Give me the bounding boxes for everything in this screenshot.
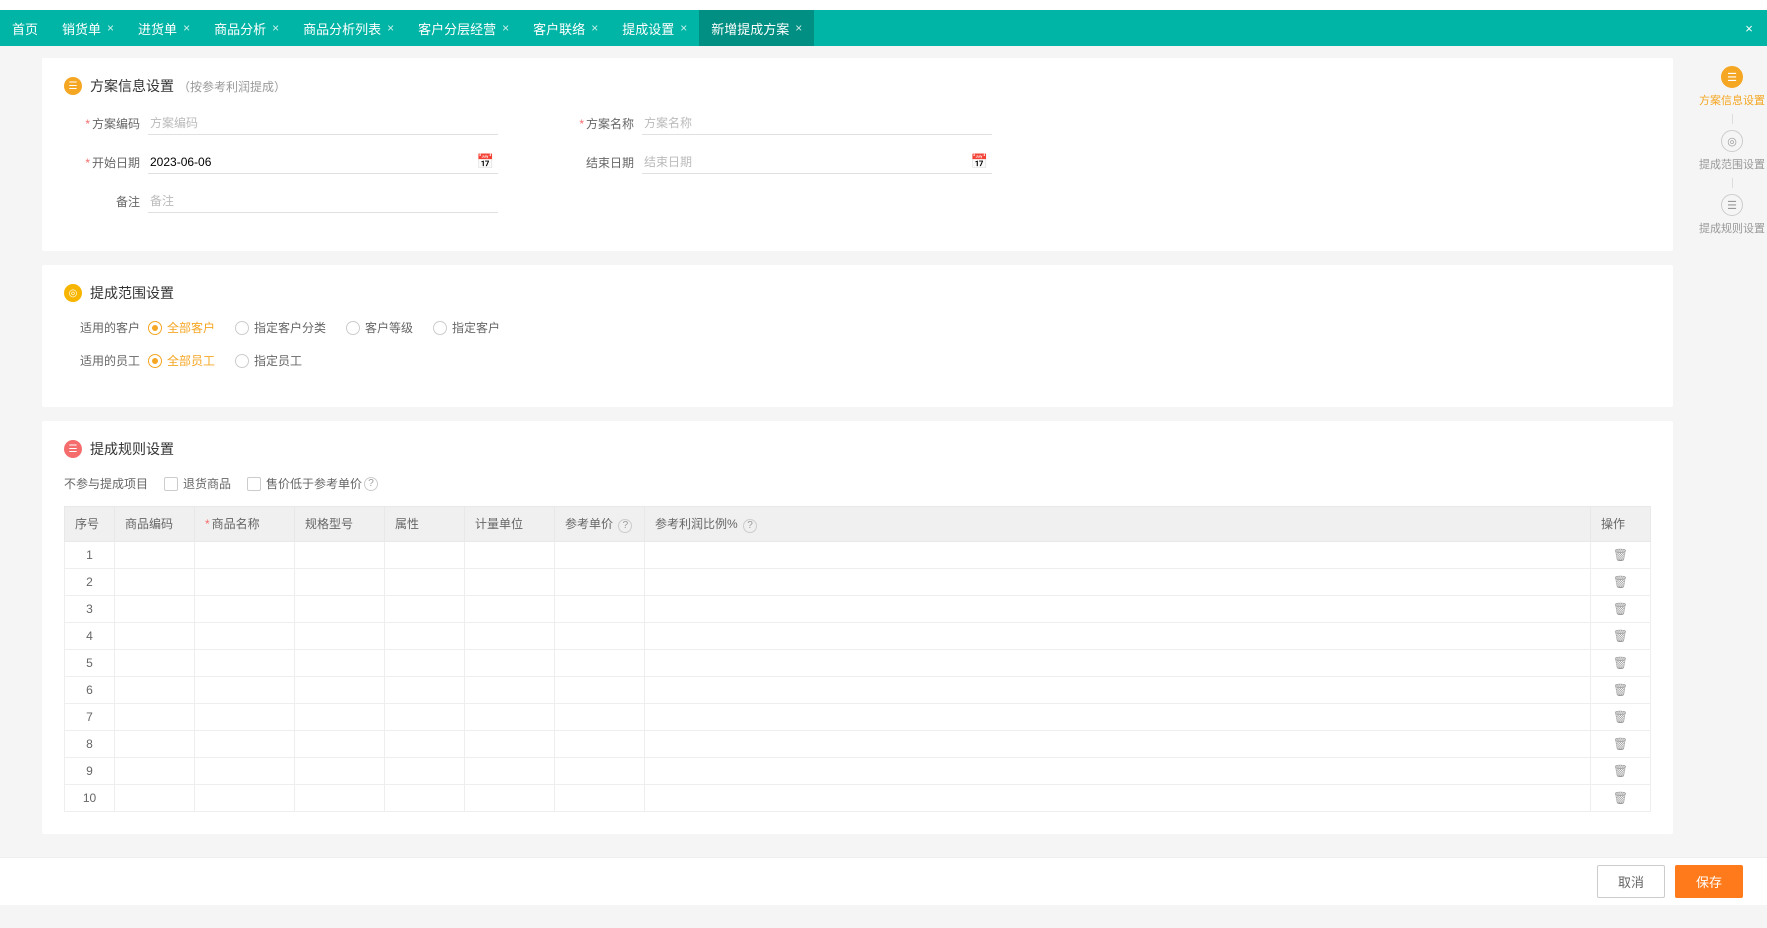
col-code: 商品编码 — [115, 507, 195, 542]
close-icon[interactable]: × — [183, 21, 190, 35]
table-row[interactable]: 6🗑 — [65, 676, 1651, 703]
rules-table: 序号 商品编码 *商品名称 规格型号 属性 计量单位 参考单价 ? 参考利润比例… — [64, 506, 1651, 812]
close-all-icon[interactable]: × — [1739, 10, 1759, 46]
staff-scope-label: 适用的员工 — [64, 352, 140, 369]
table-row[interactable]: 9🗑 — [65, 757, 1651, 784]
commission-rules-section: ☰ 提成规则设置 不参与提成项目 退货商品 售价低于参考单价? 序号 商品编码 … — [42, 421, 1673, 834]
customer-scope-label: 适用的客户 — [64, 319, 140, 336]
section-title: 提成范围设置 — [90, 283, 174, 303]
col-unit: 计量单位 — [465, 507, 555, 542]
radio-all-staff[interactable]: 全部员工 — [148, 352, 215, 369]
radio-customer-level[interactable]: 客户等级 — [346, 319, 413, 336]
calendar-icon[interactable]: 📅 — [477, 153, 494, 170]
commission-scope-section: ◎ 提成范围设置 适用的客户 全部客户 指定客户分类 客户等级 指定客户 适用的… — [42, 265, 1673, 407]
tab-purchase[interactable]: 进货单× — [126, 10, 202, 46]
delete-icon[interactable]: 🗑 — [1613, 791, 1628, 805]
help-icon[interactable]: ? — [743, 519, 757, 533]
anchor-plan-info[interactable]: ☰ 方案信息设置 — [1699, 66, 1765, 108]
end-date-input[interactable] — [642, 151, 992, 174]
save-button[interactable]: 保存 — [1675, 865, 1743, 898]
section-subtitle: （按参考利润提成） — [178, 78, 286, 95]
tab-home[interactable]: 首页 — [0, 10, 50, 46]
delete-icon[interactable]: 🗑 — [1613, 602, 1628, 616]
delete-icon[interactable]: 🗑 — [1613, 575, 1628, 589]
delete-icon[interactable]: 🗑 — [1613, 710, 1628, 724]
col-seq: 序号 — [65, 507, 115, 542]
section-icon: ☰ — [64, 77, 82, 95]
start-date-label: *开始日期 — [64, 154, 140, 171]
plan-info-section: ☰ 方案信息设置 （按参考利润提成） *方案编码 *方案名称 *开始日期 — [42, 58, 1673, 251]
close-icon[interactable]: × — [272, 21, 279, 35]
close-icon[interactable]: × — [502, 21, 509, 35]
checkbox-return-goods[interactable]: 退货商品 — [164, 475, 231, 492]
col-action: 操作 — [1591, 507, 1651, 542]
remark-label: 备注 — [64, 193, 140, 210]
help-icon[interactable]: ? — [618, 519, 632, 533]
col-ratio: 参考利润比例% ? — [645, 507, 1591, 542]
close-icon[interactable]: × — [107, 21, 114, 35]
end-date-label: 结束日期 — [558, 154, 634, 171]
delete-icon[interactable]: 🗑 — [1613, 737, 1628, 751]
table-row[interactable]: 10🗑 — [65, 784, 1651, 811]
tab-customer-contact[interactable]: 客户联络× — [521, 10, 610, 46]
anchor-rules[interactable]: ☰ 提成规则设置 — [1699, 194, 1765, 236]
radio-all-customers[interactable]: 全部客户 — [148, 319, 215, 336]
checkbox-below-ref-price[interactable]: 售价低于参考单价? — [247, 475, 378, 492]
close-icon[interactable]: × — [387, 21, 394, 35]
remark-input[interactable] — [148, 190, 498, 213]
delete-icon[interactable]: 🗑 — [1613, 764, 1628, 778]
help-icon[interactable]: ? — [364, 477, 378, 491]
close-icon[interactable]: × — [591, 21, 598, 35]
table-row[interactable]: 3🗑 — [65, 595, 1651, 622]
tab-product-list[interactable]: 商品分析列表× — [291, 10, 406, 46]
section-icon: ☰ — [64, 440, 82, 458]
tab-sales[interactable]: 销货单× — [50, 10, 126, 46]
footer-bar: 取消 保存 — [0, 857, 1767, 905]
radio-specific-customer[interactable]: 指定客户 — [433, 319, 500, 336]
plan-name-input[interactable] — [642, 112, 992, 135]
cancel-button[interactable]: 取消 — [1597, 865, 1665, 898]
delete-icon[interactable]: 🗑 — [1613, 629, 1628, 643]
close-icon[interactable]: × — [680, 21, 687, 35]
tab-new-commission-plan[interactable]: 新增提成方案× — [699, 10, 814, 46]
calendar-icon[interactable]: 📅 — [971, 153, 988, 170]
table-row[interactable]: 1🗑 — [65, 541, 1651, 568]
section-icon: ◎ — [64, 284, 82, 302]
tab-product-analysis[interactable]: 商品分析× — [202, 10, 291, 46]
plan-code-label: *方案编码 — [64, 115, 140, 132]
table-row[interactable]: 8🗑 — [65, 730, 1651, 757]
tab-commission-settings[interactable]: 提成设置× — [610, 10, 699, 46]
start-date-input[interactable] — [148, 151, 498, 174]
anchor-scope[interactable]: ◎ 提成范围设置 — [1699, 130, 1765, 172]
delete-icon[interactable]: 🗑 — [1613, 683, 1628, 697]
delete-icon[interactable]: 🗑 — [1613, 656, 1628, 670]
section-title: 提成规则设置 — [90, 439, 174, 459]
tab-bar: 首页 销货单× 进货单× 商品分析× 商品分析列表× 客户分层经营× 客户联络×… — [0, 10, 1767, 46]
radio-specific-staff[interactable]: 指定员工 — [235, 352, 302, 369]
section-title: 方案信息设置 — [90, 76, 174, 96]
col-name: *商品名称 — [195, 507, 295, 542]
col-price: 参考单价 ? — [555, 507, 645, 542]
close-icon[interactable]: × — [795, 21, 802, 35]
plan-name-label: *方案名称 — [558, 115, 634, 132]
delete-icon[interactable]: 🗑 — [1613, 548, 1628, 562]
table-row[interactable]: 2🗑 — [65, 568, 1651, 595]
table-row[interactable]: 7🗑 — [65, 703, 1651, 730]
plan-code-input[interactable] — [148, 112, 498, 135]
tab-customer-tier[interactable]: 客户分层经营× — [406, 10, 521, 46]
radio-customer-category[interactable]: 指定客户分类 — [235, 319, 326, 336]
anchor-nav: ☰ 方案信息设置 ◎ 提成范围设置 ☰ 提成规则设置 — [1697, 46, 1767, 928]
col-attr: 属性 — [385, 507, 465, 542]
table-row[interactable]: 5🗑 — [65, 649, 1651, 676]
table-row[interactable]: 4🗑 — [65, 622, 1651, 649]
col-spec: 规格型号 — [295, 507, 385, 542]
exclude-label: 不参与提成项目 — [64, 475, 148, 492]
